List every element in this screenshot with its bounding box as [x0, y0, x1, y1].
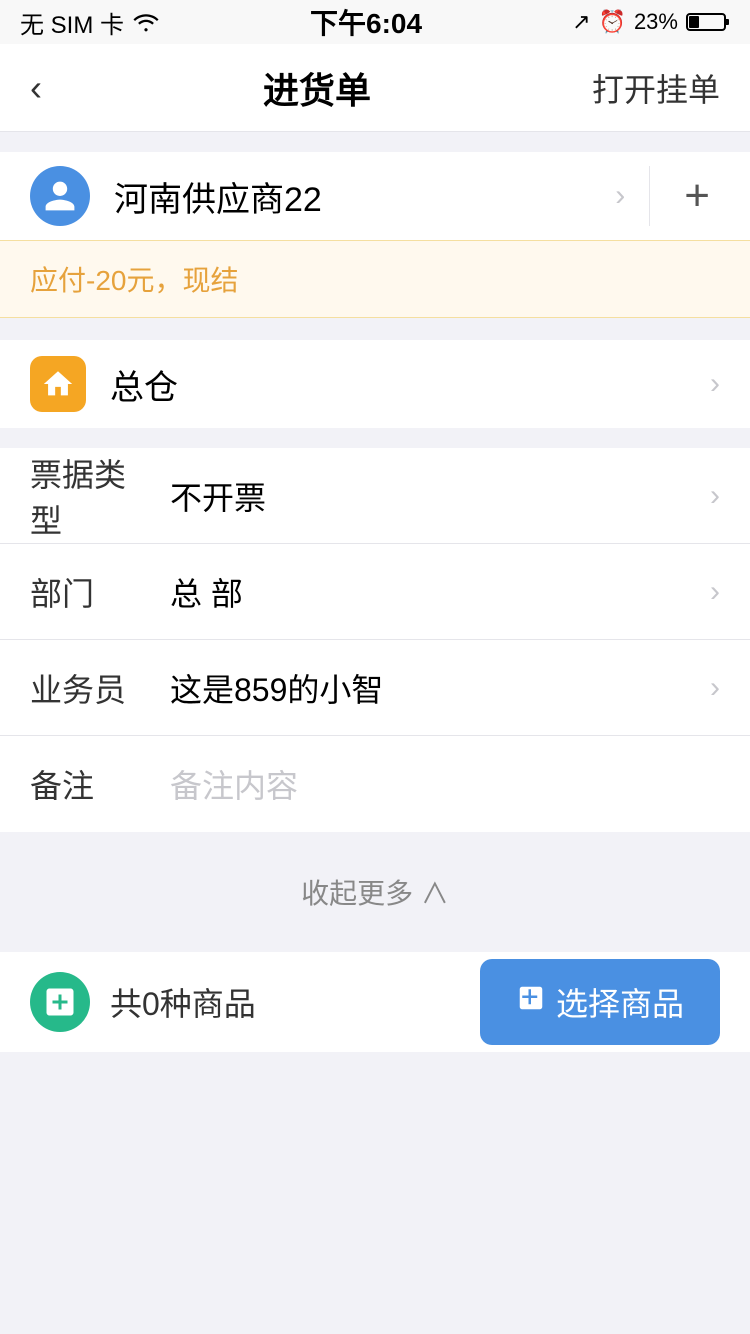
add-supplier-button[interactable]: +: [674, 171, 720, 221]
divider: [649, 166, 650, 226]
remark-label: 备注: [30, 761, 150, 807]
back-button[interactable]: ‹: [30, 67, 42, 109]
supplier-section: 河南供应商22 › + 应付-20元，现结: [0, 152, 750, 318]
warehouse-row[interactable]: 总仓 ›: [0, 340, 750, 428]
product-icon: [42, 984, 78, 1020]
dept-label: 部门: [30, 569, 150, 615]
dept-value: 总 部: [170, 569, 710, 615]
select-product-label: 选择商品: [556, 979, 684, 1025]
invoice-chevron-icon: ›: [710, 479, 720, 513]
battery-icon: [686, 11, 730, 33]
warehouse-icon-bg: [30, 356, 86, 412]
bottom-gray-area: [0, 1052, 750, 1332]
status-right: ↗ ⏰ 23%: [572, 9, 730, 35]
collapse-label: 收起更多 ∧: [301, 872, 449, 912]
alarm-icon: ⏰: [599, 9, 626, 35]
supplier-avatar: [30, 166, 90, 226]
user-icon: [42, 178, 78, 214]
product-count-label: 共0种商品: [110, 979, 480, 1025]
gap-2: [0, 318, 750, 338]
invoice-value: 不开票: [170, 473, 710, 519]
supplier-chevron-icon: ›: [615, 179, 625, 213]
product-bar: 共0种商品 选择商品: [0, 952, 750, 1052]
form-section: 票据类型 不开票 › 部门 总 部 › 业务员 这是859的小智 › 备注 备注…: [0, 448, 750, 832]
warehouse-icon: [41, 367, 75, 401]
dept-chevron-icon: ›: [710, 575, 720, 609]
warehouse-section: 总仓 ›: [0, 340, 750, 428]
gap-1: [0, 132, 750, 152]
status-time: 下午6:04: [310, 2, 422, 42]
product-icon-bg: [30, 972, 90, 1032]
sales-chevron-icon: ›: [710, 671, 720, 705]
select-product-button[interactable]: 选择商品: [480, 959, 720, 1045]
status-left: 无 SIM 卡: [20, 5, 160, 40]
sales-value: 这是859的小智: [170, 665, 710, 711]
nav-bar: ‹ 进货单 打开挂单: [0, 44, 750, 132]
notice-banner: 应付-20元，现结: [0, 240, 750, 318]
page-title: 进货单: [263, 62, 371, 114]
invoice-row[interactable]: 票据类型 不开票 ›: [0, 448, 750, 544]
notice-text: 应付-20元，现结: [30, 265, 238, 296]
select-product-icon: [516, 983, 546, 1021]
collapse-row[interactable]: 收起更多 ∧: [0, 852, 750, 932]
supplier-name: 河南供应商22: [114, 172, 615, 221]
wifi-icon: [132, 12, 160, 32]
warehouse-name: 总仓: [110, 360, 710, 409]
warehouse-chevron-icon: ›: [710, 367, 720, 401]
remark-input[interactable]: 备注内容: [170, 761, 720, 807]
invoice-label: 票据类型: [30, 450, 150, 542]
carrier-label: 无 SIM 卡: [20, 5, 124, 40]
location-icon: ↗: [572, 9, 590, 35]
status-bar: 无 SIM 卡 下午6:04 ↗ ⏰ 23%: [0, 0, 750, 44]
battery-label: 23%: [634, 9, 678, 35]
sales-row[interactable]: 业务员 这是859的小智 ›: [0, 640, 750, 736]
dept-row[interactable]: 部门 总 部 ›: [0, 544, 750, 640]
open-pending-button[interactable]: 打开挂单: [592, 65, 720, 111]
sales-label: 业务员: [30, 665, 150, 711]
remark-row[interactable]: 备注 备注内容: [0, 736, 750, 832]
supplier-row[interactable]: 河南供应商22 › +: [0, 152, 750, 240]
